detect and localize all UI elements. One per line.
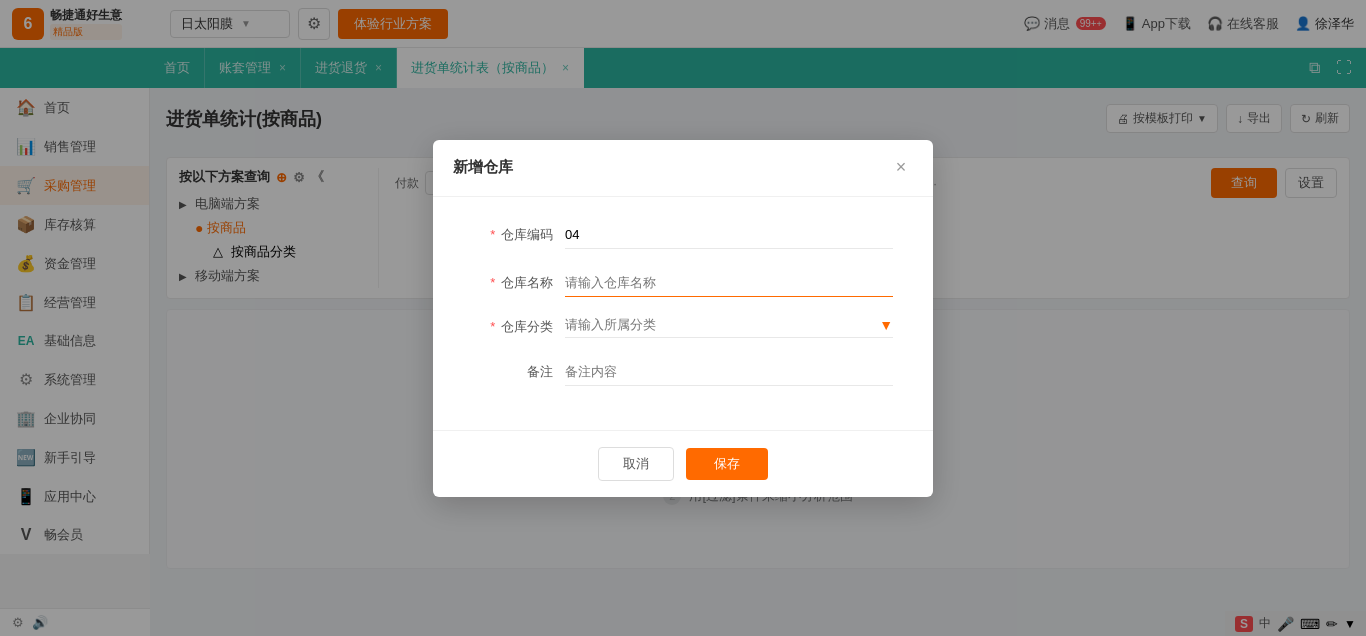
category-field-label: * 仓库分类: [473, 318, 553, 336]
code-input[interactable]: [565, 221, 893, 249]
code-field-label: * 仓库编码: [473, 226, 553, 244]
save-button[interactable]: 保存: [686, 448, 768, 480]
code-required-mark: *: [490, 227, 495, 242]
category-field-row: * 仓库分类 ▼: [473, 317, 893, 338]
dialog-body: * 仓库编码 * 仓库名称 * 仓库分类: [433, 197, 933, 430]
name-input[interactable]: [565, 269, 893, 297]
category-dropdown-icon[interactable]: ▼: [879, 317, 893, 333]
dialog-title: 新增仓库: [453, 158, 513, 177]
modal-overlay[interactable]: 新增仓库 × * 仓库编码 * 仓库名称: [0, 0, 1366, 636]
note-input[interactable]: [565, 358, 893, 386]
category-select-wrap: ▼: [565, 317, 893, 338]
name-field-label: * 仓库名称: [473, 274, 553, 292]
new-warehouse-dialog: 新增仓库 × * 仓库编码 * 仓库名称: [433, 140, 933, 497]
cancel-button[interactable]: 取消: [598, 447, 674, 481]
name-required-mark: *: [490, 275, 495, 290]
dialog-header: 新增仓库 ×: [433, 140, 933, 197]
name-field-row: * 仓库名称: [473, 269, 893, 297]
note-field-label: 备注: [473, 363, 553, 381]
code-field-row: * 仓库编码: [473, 221, 893, 249]
category-input[interactable]: [565, 317, 879, 332]
category-required-mark: *: [490, 319, 495, 334]
dialog-footer: 取消 保存: [433, 430, 933, 497]
dialog-close-button[interactable]: ×: [889, 156, 913, 180]
note-field-row: 备注: [473, 358, 893, 386]
